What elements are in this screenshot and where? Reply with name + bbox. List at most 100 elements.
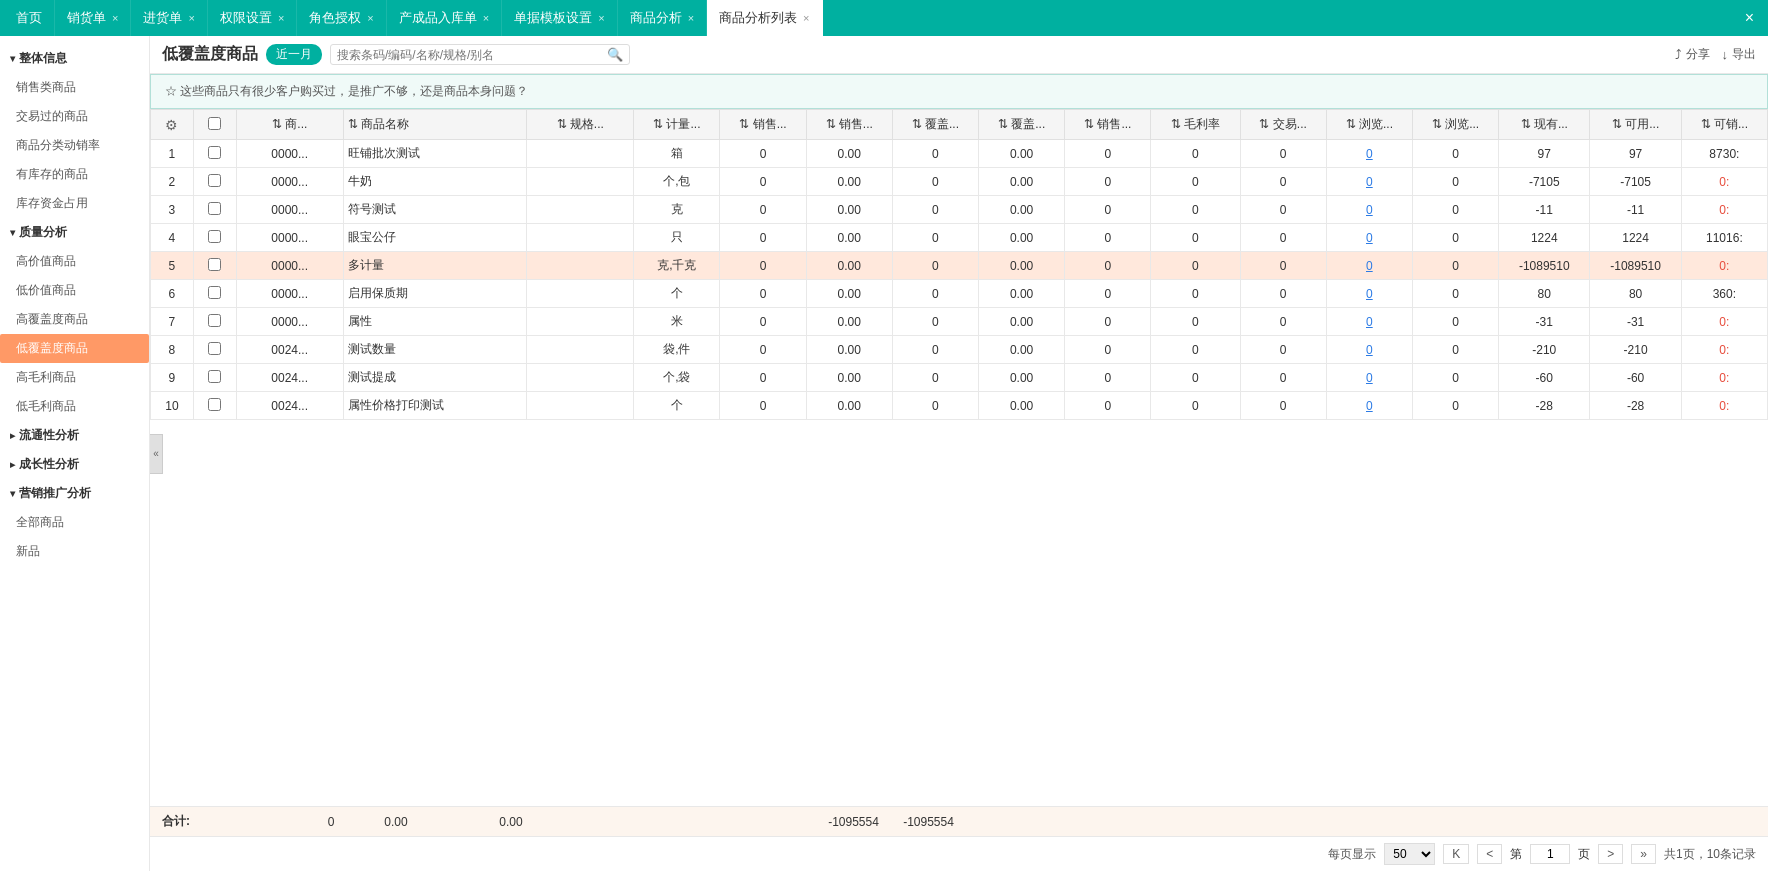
sidebar-item-low-value[interactable]: 低价值商品 xyxy=(0,276,149,305)
row-checkbox-6[interactable] xyxy=(208,314,221,327)
sidebar-item-in-stock[interactable]: 有库存的商品 xyxy=(0,160,149,189)
row-check-1[interactable] xyxy=(193,168,236,196)
row-check-0[interactable] xyxy=(193,140,236,168)
row-checkbox-0[interactable] xyxy=(208,146,221,159)
col-coverage2-header[interactable]: ⇅ 覆盖... xyxy=(978,110,1064,140)
sidebar-section-title-promotion[interactable]: ▾ 营销推广分析 xyxy=(0,479,149,508)
sidebar-item-traded-goods[interactable]: 交易过的商品 xyxy=(0,102,149,131)
tab-analysis-close[interactable]: × xyxy=(688,12,694,24)
col-coverage1-header[interactable]: ⇅ 覆盖... xyxy=(892,110,978,140)
sidebar-section-title-flow[interactable]: ▸ 流通性分析 xyxy=(0,421,149,450)
sidebar-item-high-coverage[interactable]: 高覆盖度商品 xyxy=(0,305,149,334)
sidebar-item-goods-category-rate[interactable]: 商品分类动销率 xyxy=(0,131,149,160)
last-page-button[interactable]: » xyxy=(1631,844,1656,864)
tab-permissions-close[interactable]: × xyxy=(278,12,284,24)
row-checkbox-9[interactable] xyxy=(208,398,221,411)
col-curr-stock-header[interactable]: ⇅ 现有... xyxy=(1499,110,1590,140)
select-all-checkbox[interactable] xyxy=(208,117,221,130)
col-saleable-header[interactable]: ⇅ 可销... xyxy=(1681,110,1767,140)
row-check-7[interactable] xyxy=(193,336,236,364)
row-name-0[interactable]: 旺铺批次测试 xyxy=(343,140,527,168)
sidebar-item-sales-goods[interactable]: 销售类商品 xyxy=(0,73,149,102)
row-check-6[interactable] xyxy=(193,308,236,336)
row-checkbox-3[interactable] xyxy=(208,230,221,243)
sidebar-item-fund-occupied[interactable]: 库存资金占用 xyxy=(0,189,149,218)
tab-analysis-list-close[interactable]: × xyxy=(803,12,809,24)
next-page-button[interactable]: > xyxy=(1598,844,1623,864)
period-button[interactable]: 近一月 xyxy=(266,44,322,65)
tab-analysis[interactable]: 商品分析 × xyxy=(618,0,707,36)
col-gross-header[interactable]: ⇅ 毛利率 xyxy=(1151,110,1240,140)
row-check-9[interactable] xyxy=(193,392,236,420)
col-unit-header[interactable]: ⇅ 计量... xyxy=(634,110,720,140)
row-name-1[interactable]: 牛奶 xyxy=(343,168,527,196)
tab-home[interactable]: 首页 xyxy=(4,0,55,36)
row-checkbox-1[interactable] xyxy=(208,174,221,187)
tab-templates-close[interactable]: × xyxy=(598,12,604,24)
row-checkbox-2[interactable] xyxy=(208,202,221,215)
tab-templates[interactable]: 单据模板设置 × xyxy=(502,0,617,36)
row-checkbox-8[interactable] xyxy=(208,370,221,383)
row-checkbox-5[interactable] xyxy=(208,286,221,299)
share-button[interactable]: ⤴ 分享 xyxy=(1675,46,1710,63)
page-size-select[interactable]: 50 20 100 200 xyxy=(1384,843,1435,865)
tab-purchase-close[interactable]: × xyxy=(188,12,194,24)
tab-sales-close[interactable]: × xyxy=(112,12,118,24)
row-checkbox-4[interactable] xyxy=(208,258,221,271)
sidebar-section-title-quality[interactable]: ▾ 质量分析 xyxy=(0,218,149,247)
col-trade-header[interactable]: ⇅ 交易... xyxy=(1240,110,1326,140)
col-sales2-header[interactable]: ⇅ 销售... xyxy=(1065,110,1151,140)
sidebar-item-high-profit[interactable]: 高毛利商品 xyxy=(0,363,149,392)
sidebar-section-title-overview[interactable]: ▾ 整体信息 xyxy=(0,44,149,73)
row-browse1-6[interactable]: 0 xyxy=(1326,308,1412,336)
search-icon[interactable]: 🔍 xyxy=(607,47,623,62)
row-name-6[interactable]: 属性 xyxy=(343,308,527,336)
row-name-2[interactable]: 符号测试 xyxy=(343,196,527,224)
col-settings[interactable]: ⚙ xyxy=(151,110,194,140)
row-name-4[interactable]: 多计量 xyxy=(343,252,527,280)
row-browse1-4[interactable]: 0 xyxy=(1326,252,1412,280)
prev-page-button[interactable]: < xyxy=(1477,844,1502,864)
row-check-3[interactable] xyxy=(193,224,236,252)
row-name-8[interactable]: 测试提成 xyxy=(343,364,527,392)
row-check-2[interactable] xyxy=(193,196,236,224)
tab-sales[interactable]: 销货单 × xyxy=(55,0,131,36)
export-button[interactable]: ↓ 导出 xyxy=(1722,46,1757,63)
tab-roles[interactable]: 角色授权 × xyxy=(297,0,386,36)
row-name-9[interactable]: 属性价格打印测试 xyxy=(343,392,527,420)
row-browse1-5[interactable]: 0 xyxy=(1326,280,1412,308)
sidebar-item-high-value[interactable]: 高价值商品 xyxy=(0,247,149,276)
sidebar-item-low-profit[interactable]: 低毛利商品 xyxy=(0,392,149,421)
tab-analysis-list[interactable]: 商品分析列表 × xyxy=(707,0,822,36)
row-checkbox-7[interactable] xyxy=(208,342,221,355)
first-page-button[interactable]: K xyxy=(1443,844,1469,864)
sidebar-collapse-button[interactable]: « xyxy=(150,434,163,474)
col-available-header[interactable]: ⇅ 可用... xyxy=(1590,110,1681,140)
page-input[interactable] xyxy=(1530,844,1570,864)
row-check-8[interactable] xyxy=(193,364,236,392)
row-browse1-2[interactable]: 0 xyxy=(1326,196,1412,224)
row-name-7[interactable]: 测试数量 xyxy=(343,336,527,364)
row-browse1-3[interactable]: 0 xyxy=(1326,224,1412,252)
col-sales-amt-header[interactable]: ⇅ 销售... xyxy=(806,110,892,140)
row-browse1-7[interactable]: 0 xyxy=(1326,336,1412,364)
sidebar-section-title-growth[interactable]: ▸ 成长性分析 xyxy=(0,450,149,479)
window-close-button[interactable]: × xyxy=(1735,9,1764,27)
row-browse1-0[interactable]: 0 xyxy=(1326,140,1412,168)
row-browse1-8[interactable]: 0 xyxy=(1326,364,1412,392)
search-input[interactable] xyxy=(337,48,607,62)
col-sales-qty-header[interactable]: ⇅ 销售... xyxy=(720,110,806,140)
tab-products[interactable]: 产成品入库单 × xyxy=(387,0,502,36)
col-spec-header[interactable]: ⇅ 规格... xyxy=(527,110,634,140)
col-name-header[interactable]: ⇅ 商品名称 xyxy=(343,110,527,140)
row-browse1-9[interactable]: 0 xyxy=(1326,392,1412,420)
col-code-header[interactable]: ⇅ 商... xyxy=(236,110,343,140)
col-browse2-header[interactable]: ⇅ 浏览... xyxy=(1412,110,1498,140)
col-browse1-header[interactable]: ⇅ 浏览... xyxy=(1326,110,1412,140)
tab-purchase[interactable]: 进货单 × xyxy=(131,0,207,36)
sidebar-item-all-goods[interactable]: 全部商品 xyxy=(0,508,149,537)
tab-roles-close[interactable]: × xyxy=(367,12,373,24)
tab-products-close[interactable]: × xyxy=(483,12,489,24)
row-name-3[interactable]: 眼宝公仔 xyxy=(343,224,527,252)
row-name-5[interactable]: 启用保质期 xyxy=(343,280,527,308)
